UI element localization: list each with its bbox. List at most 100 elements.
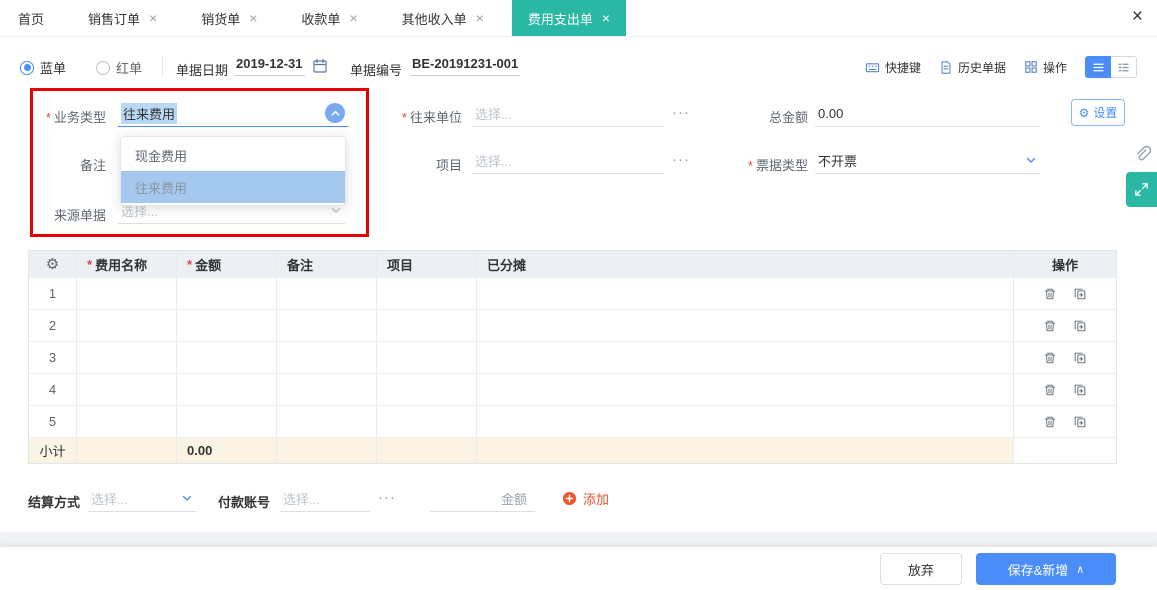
project-input[interactable]: 选择... — [472, 147, 664, 174]
calendar-icon[interactable] — [312, 58, 328, 74]
copy-row-icon[interactable] — [1073, 287, 1087, 301]
cell-remark[interactable] — [277, 309, 377, 341]
close-icon[interactable]: × — [602, 11, 610, 25]
table-subtotal-row: 小计 0.00 — [29, 437, 1116, 463]
partner-input[interactable]: 选择... — [472, 100, 664, 127]
partner-placeholder: 选择... — [475, 106, 512, 122]
tab-expense-active[interactable]: 费用支出单 × — [511, 0, 627, 36]
cell-project[interactable] — [377, 277, 477, 309]
shortcut-keys-button[interactable]: 快捷键 — [865, 59, 921, 76]
copy-row-icon[interactable] — [1073, 383, 1087, 397]
discard-button[interactable]: 放弃 — [880, 553, 962, 585]
tab-other-income[interactable]: 其他收入单 × — [386, 0, 500, 36]
list-view-toggle-active[interactable] — [1085, 56, 1111, 78]
save-and-new-button[interactable]: 保存&新增 ∧ — [976, 553, 1116, 585]
project-more-icon[interactable]: ··· — [672, 151, 690, 168]
cell-remark[interactable] — [277, 373, 377, 405]
cell-allocated[interactable] — [477, 309, 1014, 341]
cell-expense-name[interactable] — [77, 373, 177, 405]
close-icon[interactable]: × — [476, 11, 484, 25]
remark-label: 备注 — [79, 158, 106, 173]
paperclip-attachment-icon[interactable] — [1132, 144, 1151, 163]
total-amount-value: 0.00 — [818, 105, 844, 121]
table-settings-cell[interactable]: ⚙ — [29, 251, 77, 277]
delete-row-icon[interactable] — [1043, 351, 1057, 365]
business-type-input[interactable]: 往来费用 — [118, 100, 348, 127]
invoice-type-select[interactable]: 不开票 — [815, 147, 1040, 174]
radio-unselected-icon[interactable] — [96, 60, 110, 75]
settings-button[interactable]: ⚙ 设置 — [1071, 99, 1125, 126]
settlement-method-label: 结算方式 — [28, 495, 81, 510]
doc-number-label: 单据编号 — [350, 63, 403, 78]
cell-remark[interactable] — [277, 405, 377, 437]
payment-account-more-icon[interactable]: ··· — [378, 489, 396, 506]
chevron-down-icon[interactable] — [1025, 154, 1037, 166]
header-allocated: 已分摊 — [477, 251, 1014, 277]
table-row: 3 — [29, 341, 1116, 373]
expense-lines-table: ⚙ * 费用名称 * 金额 备注 项目 已分摊 操作 1 2 3 4 5 小计 … — [28, 250, 1117, 464]
partner-more-icon[interactable]: ··· — [672, 104, 690, 121]
table-row: 1 — [29, 277, 1116, 309]
cell-amount[interactable] — [177, 373, 277, 405]
tab-home[interactable]: 首页 — [2, 0, 60, 36]
cell-project[interactable] — [377, 373, 477, 405]
dropdown-option-cash[interactable]: 现金费用 — [121, 139, 345, 171]
cell-project[interactable] — [377, 341, 477, 373]
settlement-placeholder: 选择... — [91, 491, 128, 507]
cell-allocated[interactable] — [477, 341, 1014, 373]
radio-selected-icon[interactable] — [20, 60, 34, 75]
delete-row-icon[interactable] — [1043, 287, 1057, 301]
cell-allocated[interactable] — [477, 277, 1014, 309]
footer-amount-input[interactable]: 金额 — [430, 485, 535, 512]
cell-remark[interactable] — [277, 277, 377, 309]
cell-operations — [1014, 341, 1116, 373]
cell-remark[interactable] — [277, 341, 377, 373]
cell-allocated[interactable] — [477, 373, 1014, 405]
radio-red-bill[interactable]: 红单 — [96, 58, 142, 77]
doc-date-value[interactable]: 2019-12-31 — [234, 56, 305, 76]
cell-project[interactable] — [377, 309, 477, 341]
expand-fullscreen-button[interactable] — [1126, 172, 1157, 207]
doc-number-value[interactable]: BE-20191231-001 — [410, 56, 521, 76]
window-close-icon[interactable]: × — [1132, 7, 1143, 26]
dropdown-option-partner-selected[interactable]: 往来费用 — [121, 171, 345, 203]
cell-expense-name[interactable] — [77, 309, 177, 341]
cell-expense-name[interactable] — [77, 341, 177, 373]
chevron-down-icon[interactable] — [181, 492, 193, 504]
gear-icon: ⚙ — [1078, 105, 1090, 120]
tab-bar: 首页 销售订单 × 销货单 × 收款单 × 其他收入单 × 费用支出单 × — [0, 0, 1157, 37]
cell-allocated[interactable] — [477, 405, 1014, 437]
cell-amount[interactable] — [177, 277, 277, 309]
tab-sales-order[interactable]: 销售订单 × — [72, 0, 173, 36]
close-icon[interactable]: × — [349, 11, 357, 25]
total-amount-input[interactable]: 0.00 — [815, 100, 1040, 127]
cell-project[interactable] — [377, 405, 477, 437]
copy-row-icon[interactable] — [1073, 351, 1087, 365]
cell-amount[interactable] — [177, 341, 277, 373]
radio-blue-bill[interactable]: 蓝单 — [20, 58, 66, 77]
close-icon[interactable]: × — [149, 11, 157, 25]
cell-expense-name[interactable] — [77, 405, 177, 437]
row-number: 3 — [29, 341, 77, 373]
collapse-circle-button[interactable] — [325, 103, 345, 123]
detail-view-toggle[interactable] — [1111, 56, 1137, 78]
option-label: 往来费用 — [135, 180, 188, 196]
delete-row-icon[interactable] — [1043, 319, 1057, 333]
copy-row-icon[interactable] — [1073, 319, 1087, 333]
tab-sales-invoice[interactable]: 销货单 × — [185, 0, 273, 36]
add-payment-line-button[interactable]: 添加 — [562, 489, 609, 508]
tab-receipt[interactable]: 收款单 × — [285, 0, 373, 36]
copy-row-icon[interactable] — [1073, 415, 1087, 429]
subtotal-empty-cell — [277, 437, 377, 463]
cell-amount[interactable] — [177, 309, 277, 341]
history-docs-button[interactable]: 历史单据 — [939, 59, 1006, 76]
settlement-method-select[interactable]: 选择... — [88, 485, 196, 512]
cell-amount[interactable] — [177, 405, 277, 437]
required-mark: * — [87, 256, 93, 272]
cell-expense-name[interactable] — [77, 277, 177, 309]
close-icon[interactable]: × — [249, 11, 257, 25]
delete-row-icon[interactable] — [1043, 415, 1057, 429]
delete-row-icon[interactable] — [1043, 383, 1057, 397]
operations-button[interactable]: 操作 — [1024, 59, 1067, 76]
payment-account-input[interactable]: 选择... — [280, 485, 370, 512]
